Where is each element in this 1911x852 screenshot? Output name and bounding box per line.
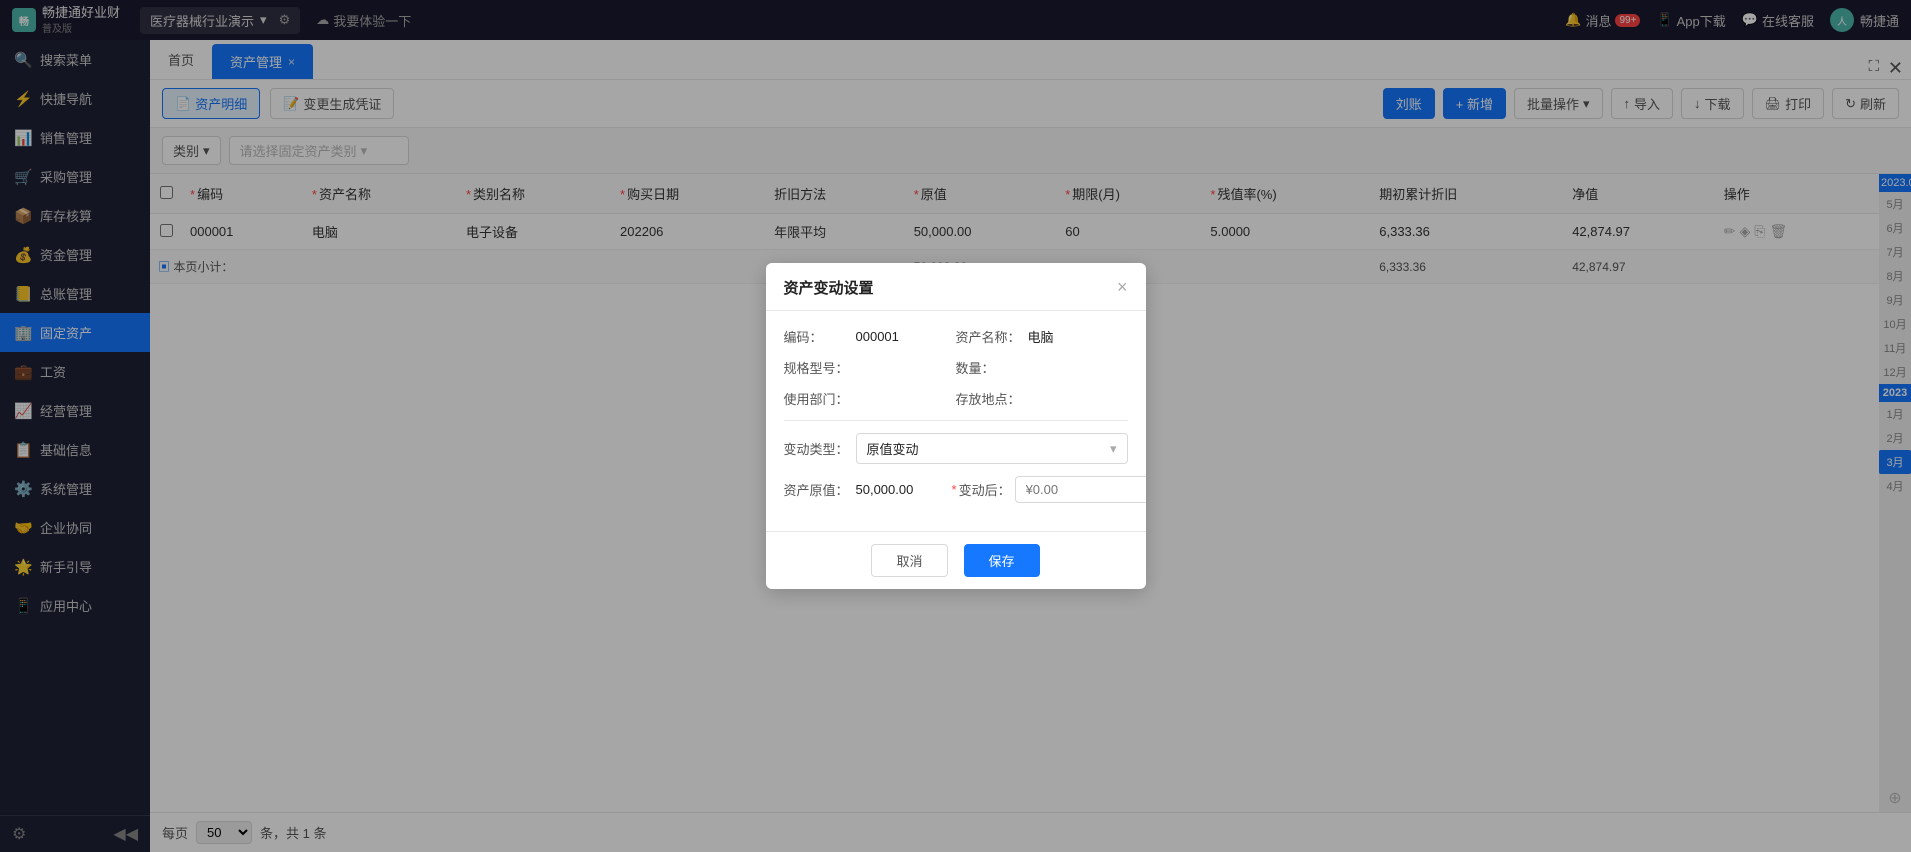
dialog-close-btn[interactable]: × bbox=[1117, 277, 1128, 298]
dialog-change-type-select[interactable]: 原值变动 ▾ bbox=[856, 433, 1128, 464]
cancel-button[interactable]: 取消 bbox=[871, 544, 947, 577]
dialog-header: 资产变动设置 × bbox=[766, 263, 1146, 311]
dialog-asset-value-label: 资产原值： bbox=[784, 480, 856, 499]
dialog-asset-name-group: 资产名称： 电脑 bbox=[956, 327, 1128, 346]
dialog-model-group: 规格型号： bbox=[784, 358, 956, 377]
dialog-row-asset-value: 资产原值： 50,000.00 * 变动后： bbox=[784, 476, 1128, 503]
save-button[interactable]: 保存 bbox=[964, 544, 1040, 577]
dialog-code-group: 编码： 000001 bbox=[784, 327, 956, 346]
dialog-location-group: 存放地点： bbox=[956, 389, 1128, 408]
after-change-input[interactable] bbox=[1015, 476, 1146, 503]
change-type-dropdown-icon: ▾ bbox=[1110, 441, 1117, 457]
dialog-code-value: 000001 bbox=[856, 329, 956, 344]
dialog-row-code: 编码： 000001 资产名称： 电脑 bbox=[784, 327, 1128, 346]
dialog-model-label: 规格型号： bbox=[784, 358, 856, 377]
dialog-location-label: 存放地点： bbox=[956, 389, 1028, 408]
dialog-overlay: 资产变动设置 × 编码： 000001 资产名称： 电脑 规格型号： bbox=[0, 0, 1911, 852]
dialog-change-type-label: 变动类型： bbox=[784, 439, 856, 458]
dialog-quantity-label: 数量： bbox=[956, 358, 1028, 377]
dialog-body: 编码： 000001 资产名称： 电脑 规格型号： 数量： bbox=[766, 311, 1146, 531]
asset-change-dialog: 资产变动设置 × 编码： 000001 资产名称： 电脑 规格型号： bbox=[766, 263, 1146, 589]
dialog-row-change-type: 变动类型： 原值变动 ▾ bbox=[784, 433, 1128, 464]
dialog-footer: 取消 保存 bbox=[766, 531, 1146, 589]
dialog-row-model: 规格型号： 数量： bbox=[784, 358, 1128, 377]
dialog-dept-label: 使用部门： bbox=[784, 389, 856, 408]
dialog-dept-group: 使用部门： bbox=[784, 389, 956, 408]
dialog-asset-name-label: 资产名称： bbox=[956, 327, 1028, 346]
after-change-required: * bbox=[952, 482, 957, 497]
dialog-code-label: 编码： bbox=[784, 327, 856, 346]
dialog-after-change-label: 变动后： bbox=[959, 480, 1011, 499]
dialog-asset-value-value: 50,000.00 bbox=[856, 482, 936, 497]
dialog-title: 资产变动设置 bbox=[784, 277, 874, 298]
dialog-divider bbox=[784, 420, 1128, 421]
dialog-quantity-group: 数量： bbox=[956, 358, 1128, 377]
dialog-change-type-value: 原值变动 bbox=[867, 439, 919, 458]
dialog-asset-name-value: 电脑 bbox=[1028, 327, 1128, 346]
dialog-row-dept: 使用部门： 存放地点： bbox=[784, 389, 1128, 408]
